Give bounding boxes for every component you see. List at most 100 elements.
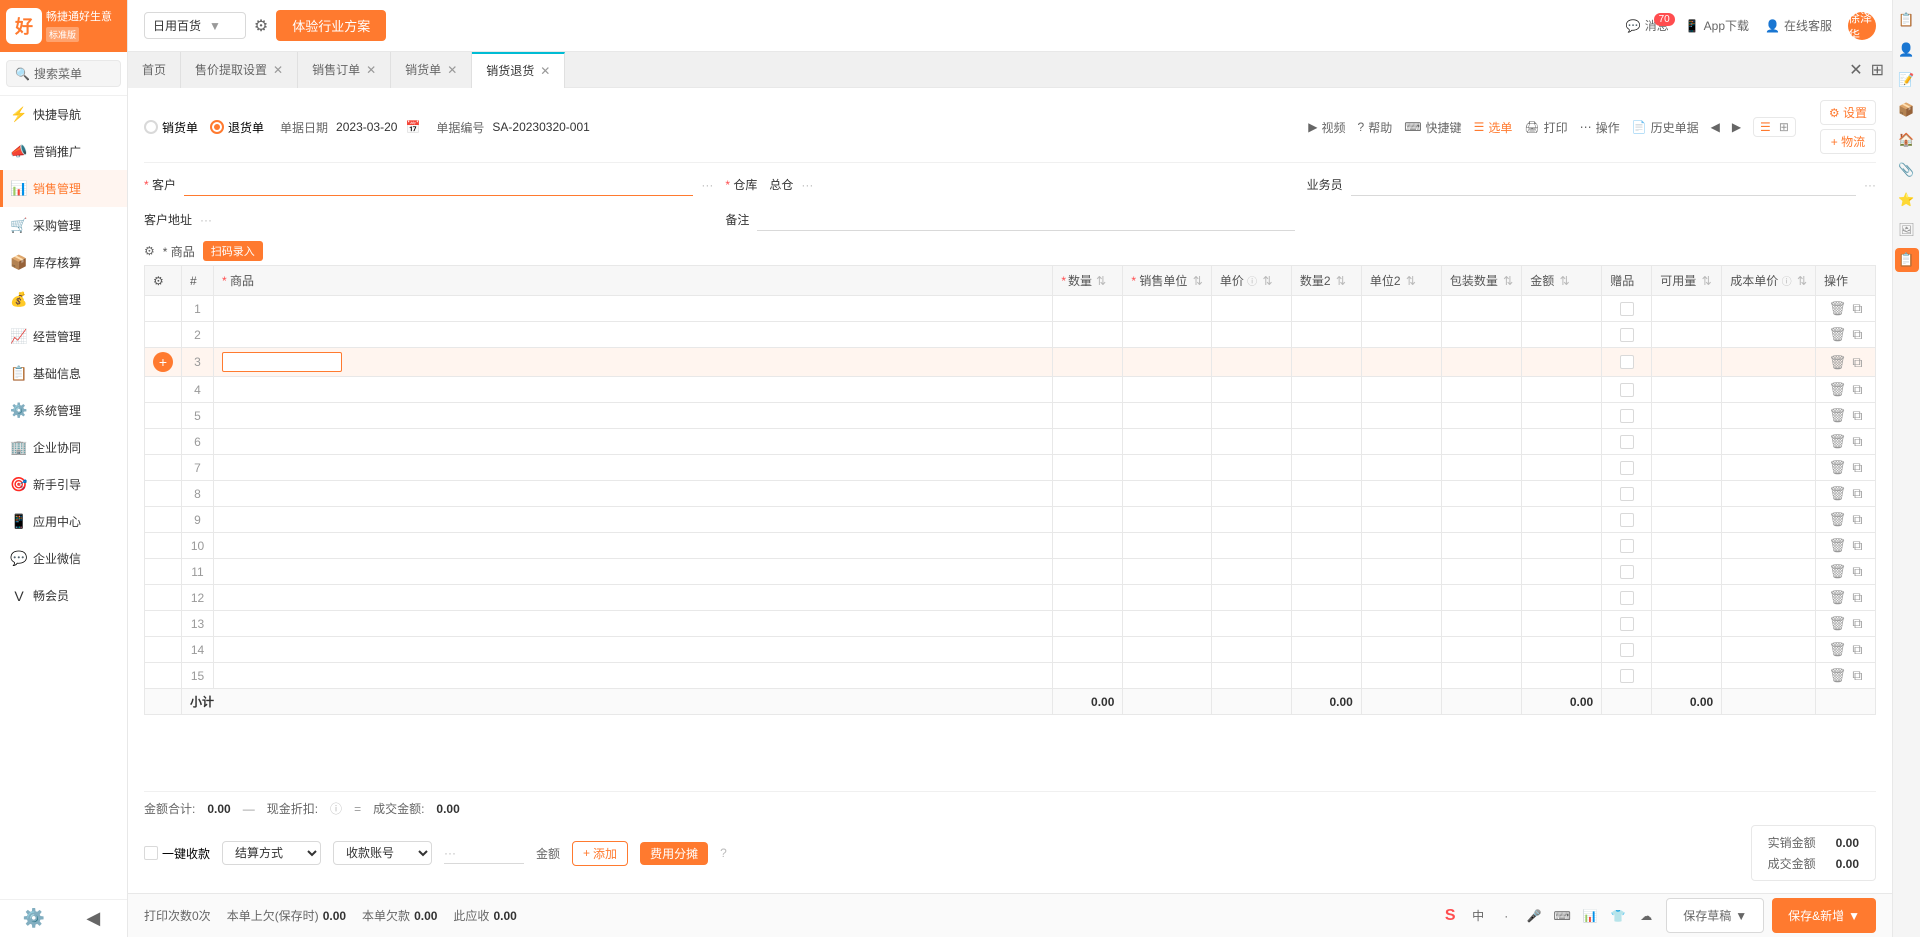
row-qty-10[interactable]: [1053, 533, 1123, 559]
delete-row-button-4[interactable]: 🗑: [1829, 381, 1847, 398]
row-cost-3[interactable]: [1722, 348, 1816, 377]
delete-row-button-6[interactable]: 🗑: [1829, 433, 1847, 450]
taskbar-icon-2[interactable]: 中: [1466, 904, 1490, 928]
row-qty2-9[interactable]: [1291, 507, 1361, 533]
row-qty2-1[interactable]: [1291, 296, 1361, 322]
copy-row-button-13[interactable]: ⧉: [1852, 615, 1862, 632]
row-unit-4[interactable]: [1123, 377, 1211, 403]
warehouse-select-icon[interactable]: ···: [801, 178, 813, 192]
row-product-12[interactable]: [214, 585, 1053, 611]
row-pack-4[interactable]: [1441, 377, 1521, 403]
search-menu-button[interactable]: 🔍 搜索菜单: [6, 60, 121, 87]
right-panel-btn-4[interactable]: 📦: [1895, 98, 1919, 122]
gift-checkbox-8[interactable]: [1620, 487, 1634, 501]
row-product-11[interactable]: [214, 559, 1053, 585]
row-qty-14[interactable]: [1053, 637, 1123, 663]
row-qty-6[interactable]: [1053, 429, 1123, 455]
row-qty2-14[interactable]: [1291, 637, 1361, 663]
copy-row-button-10[interactable]: ⧉: [1852, 537, 1862, 554]
account-select[interactable]: 收款账号: [333, 841, 432, 865]
sidebar-item-purchase[interactable]: 🛒 采购管理: [0, 207, 127, 244]
row-avail-6[interactable]: [1652, 429, 1722, 455]
nav-prev-button[interactable]: ◀: [1711, 120, 1720, 134]
row-gift-9[interactable]: [1602, 507, 1652, 533]
gift-checkbox-12[interactable]: [1620, 591, 1634, 605]
remark-input[interactable]: [757, 208, 1294, 231]
row-unit2-14[interactable]: [1361, 637, 1441, 663]
row-amount-1[interactable]: [1522, 296, 1602, 322]
row-avail-8[interactable]: [1652, 481, 1722, 507]
row-avail-5[interactable]: [1652, 403, 1722, 429]
row-qty-12[interactable]: [1053, 585, 1123, 611]
row-gift-7[interactable]: [1602, 455, 1652, 481]
row-qty-9[interactable]: [1053, 507, 1123, 533]
delete-row-button-7[interactable]: 🗑: [1829, 459, 1847, 476]
taskbar-icon-6[interactable]: 📊: [1578, 904, 1602, 928]
tab-sales-delivery[interactable]: 销货单 ✕: [391, 52, 472, 88]
row-product-7[interactable]: [214, 455, 1053, 481]
right-panel-btn-8[interactable]: 🖼: [1895, 218, 1919, 242]
right-panel-btn-7[interactable]: ⭐: [1895, 188, 1919, 212]
gift-checkbox-3[interactable]: [1620, 355, 1634, 369]
row-cost-9[interactable]: [1722, 507, 1816, 533]
taskbar-icon-5[interactable]: ⌨: [1550, 904, 1574, 928]
row-qty2-6[interactable]: [1291, 429, 1361, 455]
tab-sales-order-close[interactable]: ✕: [366, 63, 376, 77]
taskbar-icon-4[interactable]: 🎤: [1522, 904, 1546, 928]
row-amount-2[interactable]: [1522, 322, 1602, 348]
experience-plan-button[interactable]: 体验行业方案: [276, 10, 386, 41]
row-unit2-13[interactable]: [1361, 611, 1441, 637]
product-input[interactable]: [222, 352, 342, 372]
row-product-5[interactable]: [214, 403, 1053, 429]
row-amount-6[interactable]: [1522, 429, 1602, 455]
row-amount-10[interactable]: [1522, 533, 1602, 559]
row-gift-3[interactable]: [1602, 348, 1652, 377]
row-cost-8[interactable]: [1722, 481, 1816, 507]
row-unit-8[interactable]: [1123, 481, 1211, 507]
row-cost-14[interactable]: [1722, 637, 1816, 663]
row-unit2-10[interactable]: [1361, 533, 1441, 559]
row-pack-1[interactable]: [1441, 296, 1521, 322]
row-pack-15[interactable]: [1441, 663, 1521, 689]
row-unit-6[interactable]: [1123, 429, 1211, 455]
copy-row-button-7[interactable]: ⧉: [1852, 459, 1862, 476]
gift-checkbox-5[interactable]: [1620, 409, 1634, 423]
row-price-14[interactable]: [1211, 637, 1291, 663]
row-unit2-9[interactable]: [1361, 507, 1441, 533]
row-price-13[interactable]: [1211, 611, 1291, 637]
copy-row-button-14[interactable]: ⧉: [1852, 641, 1862, 658]
row-qty-5[interactable]: [1053, 403, 1123, 429]
row-price-4[interactable]: [1211, 377, 1291, 403]
row-avail-2[interactable]: [1652, 322, 1722, 348]
row-cost-7[interactable]: [1722, 455, 1816, 481]
taskbar-icon-8[interactable]: ☁: [1634, 904, 1658, 928]
row-price-11[interactable]: [1211, 559, 1291, 585]
row-price-5[interactable]: [1211, 403, 1291, 429]
row-product-13[interactable]: [214, 611, 1053, 637]
row-amount-4[interactable]: [1522, 377, 1602, 403]
sidebar-collapse-button[interactable]: ◀: [68, 908, 120, 929]
row-gift-8[interactable]: [1602, 481, 1652, 507]
address-select-icon[interactable]: ···: [200, 213, 212, 227]
row-amount-12[interactable]: [1522, 585, 1602, 611]
row-qty-4[interactable]: [1053, 377, 1123, 403]
customer-input[interactable]: [184, 173, 693, 196]
row-qty-15[interactable]: [1053, 663, 1123, 689]
tab-grid-button[interactable]: ⊞: [1871, 60, 1884, 80]
row-pack-10[interactable]: [1441, 533, 1521, 559]
sidebar-item-quicknav[interactable]: ⚡ 快捷导航: [0, 96, 127, 133]
row-qty-1[interactable]: [1053, 296, 1123, 322]
sidebar-item-sales[interactable]: 📊 销售管理: [0, 170, 127, 207]
calendar-icon[interactable]: 📅: [405, 120, 420, 134]
row-price-2[interactable]: [1211, 322, 1291, 348]
taskbar-icon-3[interactable]: ·: [1494, 904, 1518, 928]
copy-row-button-9[interactable]: ⧉: [1852, 511, 1862, 528]
tab-sales-order[interactable]: 销售订单 ✕: [298, 52, 391, 88]
copy-row-button-5[interactable]: ⧉: [1852, 407, 1862, 424]
row-product-15[interactable]: [214, 663, 1053, 689]
row-amount-7[interactable]: [1522, 455, 1602, 481]
salesperson-input[interactable]: [1351, 173, 1856, 196]
row-qty-2[interactable]: [1053, 322, 1123, 348]
sidebar-item-marketing[interactable]: 📣 营销推广: [0, 133, 127, 170]
copy-row-button-2[interactable]: ⧉: [1852, 326, 1862, 343]
